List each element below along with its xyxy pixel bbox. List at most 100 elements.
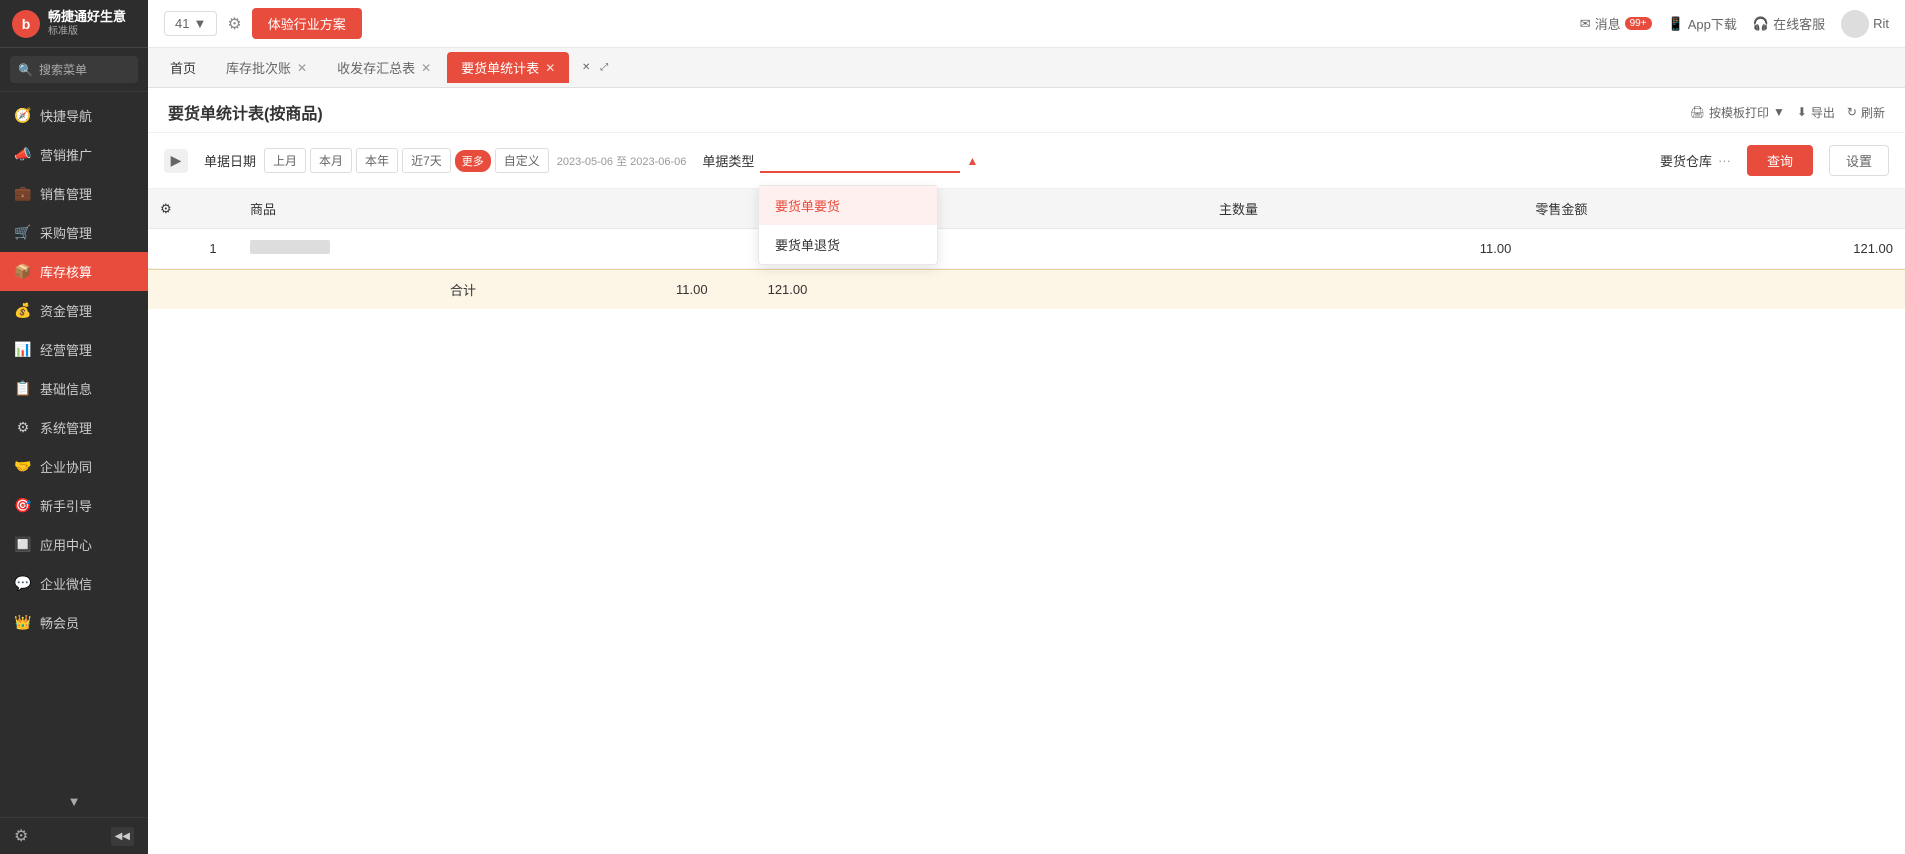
member-icon: 👑 [14,614,32,632]
finance-icon: 💰 [14,302,32,320]
table-body: 1 块 11.00 121.00 [148,229,1905,269]
sidebar-item-system[interactable]: ⚙ 系统管理 [0,408,148,447]
table-container: ⚙ 商品 主计量单位 主数量 零售金额 1 [148,189,1905,269]
search-menu-label: 搜索菜单 [39,61,87,78]
sidebar-item-sales[interactable]: 💼 销售管理 [0,174,148,213]
basic-info-icon: 📋 [14,380,32,398]
sidebar-item-label: 应用中心 [40,535,92,554]
export-icon: ⬇ [1797,105,1807,119]
message-button[interactable]: ✉ 消息 99+ [1580,14,1652,33]
tab-home[interactable]: 首页 [156,52,210,83]
sidebar-item-inventory[interactable]: 📦 库存核算 [0,252,148,291]
col-settings-header[interactable]: ⚙ [148,189,188,229]
sidebar-item-operations[interactable]: 📊 经营管理 [0,330,148,369]
date-btn-more[interactable]: 更多 [455,150,491,172]
online-service-button[interactable]: 🎧 在线客服 [1753,14,1825,33]
date-btn-last-7-days[interactable]: 近7天 [402,148,451,173]
message-icon: ✉ [1580,16,1591,32]
brand-sub: 标准版 [48,25,126,38]
refresh-button[interactable]: ↻ 刷新 [1847,104,1885,121]
tab-collect[interactable]: 收发存汇总表 ✕ [323,52,445,83]
sidebar-item-quick-nav[interactable]: 🧭 快捷导航 [0,96,148,135]
sidebar-item-label: 企业微信 [40,574,92,593]
settings-gear-icon[interactable]: ⚙ [227,14,241,34]
col-product-header: 商品 [238,189,760,229]
warehouse-more-icon[interactable]: ··· [1718,153,1731,168]
app-download-button[interactable]: 📱 App下载 [1668,14,1737,33]
tab-order-stat-label: 要货单统计表 [461,58,539,77]
sidebar-item-member[interactable]: 👑 畅会员 [0,603,148,642]
sidebar-item-purchase[interactable]: 🛒 采购管理 [0,213,148,252]
page-header: 要货单统计表(按商品) 🖨 按模板打印 ▼ ⬇ 导出 ↻ 刷新 [148,88,1905,133]
sidebar-item-finance[interactable]: 💰 资金管理 [0,291,148,330]
sidebar-logo: b 畅捷通好生意 标准版 [0,0,148,48]
sidebar-item-app-center[interactable]: 🔲 应用中心 [0,525,148,564]
topbar-left: 41 ▼ ⚙ 体验行业方案 [164,8,362,39]
row-amount-cell: 121.00 [1523,229,1905,269]
sidebar-item-label: 畅会员 [40,613,79,632]
col-index-header [188,189,238,229]
type-filter-label: 单据类型 [702,151,754,170]
sidebar-item-enterprise[interactable]: 🤝 企业协同 [0,447,148,486]
sidebar: b 畅捷通好生意 标准版 🔍 搜索菜单 🧭 快捷导航 📣 营销推广 💼 销售管理… [0,0,148,854]
trial-industry-button[interactable]: 体验行业方案 [252,8,362,39]
main-content: 41 ▼ ⚙ 体验行业方案 ✉ 消息 99+ 📱 App下载 🎧 在线客服 R [148,0,1905,854]
date-btn-this-year[interactable]: 本年 [356,148,398,173]
footer-total-label: 合计 [450,280,476,299]
app-logo-icon: b [12,10,40,38]
search-menu-button[interactable]: 🔍 搜索菜单 [10,56,138,83]
sidebar-item-marketing[interactable]: 📣 营销推广 [0,135,148,174]
sidebar-item-beginner[interactable]: 🎯 新手引导 [0,486,148,525]
sidebar-item-label: 新手引导 [40,496,92,515]
settings-icon[interactable]: ⚙ [14,826,28,846]
user-avatar-button[interactable]: Rit [1841,10,1889,38]
export-button[interactable]: ⬇ 导出 [1797,104,1835,121]
tab-inventory[interactable]: 库存批次账 ✕ [212,52,321,83]
window-maximize-button[interactable]: ⤢ [597,61,611,75]
type-dropdown-arrow-icon[interactable]: ▲ [966,154,978,168]
collapse-icon: ◀◀ [115,831,130,842]
quick-nav-icon: 🧭 [14,107,32,125]
message-label: 消息 [1595,14,1621,33]
filter-toggle-button[interactable]: ▶ [164,149,188,173]
user-name: Rit [1873,16,1889,31]
printer-icon: 🖨 [1690,105,1705,119]
date-buttons: 上月 本月 本年 近7天 更多 自定义 [264,148,549,173]
date-btn-this-month[interactable]: 本月 [310,148,352,173]
print-button[interactable]: 🖨 按模板打印 ▼ [1690,104,1785,121]
sidebar-item-basic-info[interactable]: 📋 基础信息 [0,369,148,408]
type-filter-input[interactable] [760,148,960,173]
sidebar-item-wechat[interactable]: 💬 企业微信 [0,564,148,603]
date-btn-custom[interactable]: 自定义 [495,148,549,173]
dropdown-item-order-goods[interactable]: 要货单要货 [759,186,937,225]
row-index-cell: 1 [188,229,238,269]
filter-bar: ▶ 单据日期 上月 本月 本年 近7天 更多 自定义 2023-05-06 至 … [148,133,1905,189]
query-button[interactable]: 查询 [1747,145,1813,176]
date-range-display: 2023-05-06 至 2023-06-06 [557,153,687,169]
warehouse-filter-label: 要货仓库 [1660,151,1712,170]
tab-inventory-label: 库存批次账 [226,58,291,77]
tab-collect-close[interactable]: ✕ [421,61,431,75]
date-filter-group: 单据日期 上月 本月 本年 近7天 更多 自定义 2023-05-06 至 20… [204,148,686,173]
window-close-button[interactable]: ✕ [579,61,593,75]
tab-home-label: 首页 [170,58,196,77]
date-btn-last-month[interactable]: 上月 [264,148,306,173]
page-header-actions: 🖨 按模板打印 ▼ ⬇ 导出 ↻ 刷新 [1690,104,1885,121]
search-icon: 🔍 [18,63,33,77]
tab-order-stat-close[interactable]: ✕ [545,61,555,75]
sidebar-scroll-down[interactable]: ▼ [0,785,148,817]
brand-name: 畅捷通好生意 [48,9,126,26]
table-header: ⚙ 商品 主计量单位 主数量 零售金额 [148,189,1905,229]
refresh-label: 刷新 [1861,104,1885,121]
sidebar-search-section: 🔍 搜索菜单 [0,48,148,92]
col-amount-header: 零售金额 [1523,189,1905,229]
tab-inventory-close[interactable]: ✕ [297,61,307,75]
company-dropdown[interactable]: 41 ▼ [164,11,217,36]
dropdown-item-order-return[interactable]: 要货单退货 [759,225,937,264]
tab-order-stat[interactable]: 要货单统计表 ✕ [447,52,569,83]
filter-settings-button[interactable]: 设置 [1829,145,1889,176]
row-product-cell [238,229,760,269]
table-footer: 合计 11.00 121.00 [148,269,1905,309]
collapse-sidebar-button[interactable]: ◀◀ [111,827,134,846]
row-settings-cell [148,229,188,269]
